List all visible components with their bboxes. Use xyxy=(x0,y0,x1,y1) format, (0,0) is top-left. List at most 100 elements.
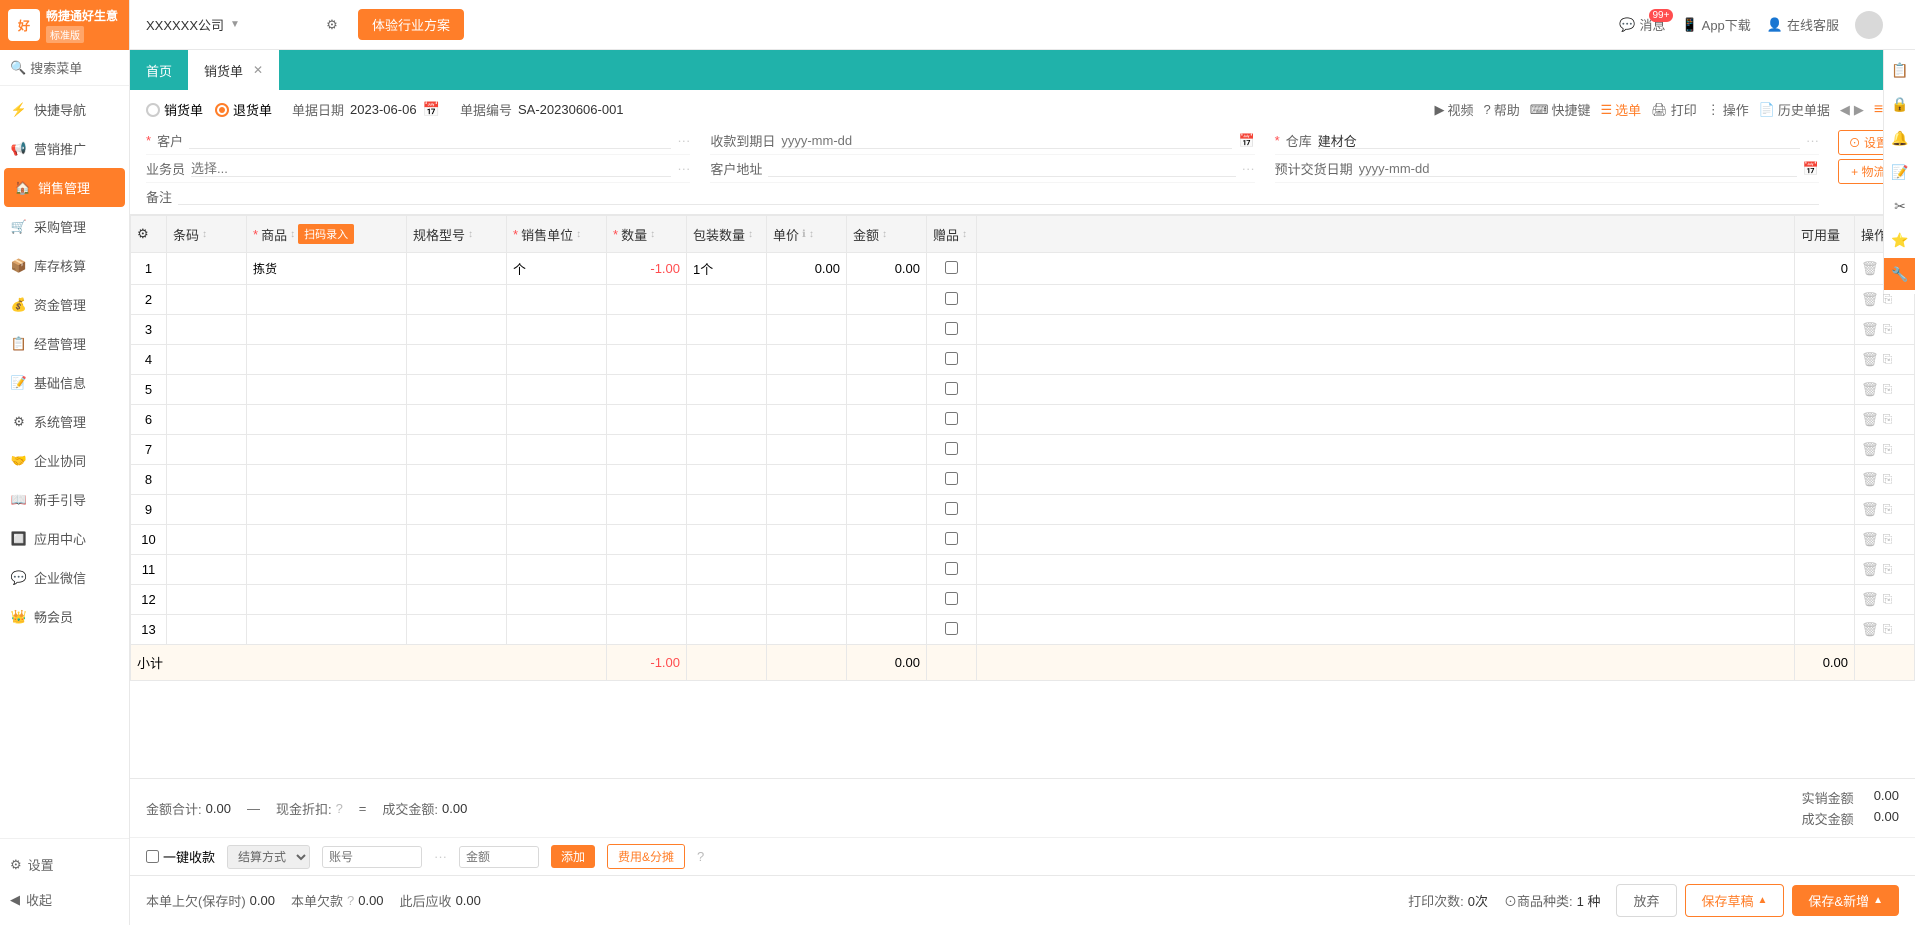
settings-col-icon[interactable]: ⚙ xyxy=(137,226,149,241)
gift-checkbox-6[interactable] xyxy=(945,442,958,455)
right-panel-btn-6[interactable]: ⭐ xyxy=(1884,224,1915,256)
sidebar-item-1[interactable]: 📢营销推广 xyxy=(0,129,129,168)
sidebar-item-4[interactable]: 📦库存核算 xyxy=(0,246,129,285)
search-menu[interactable]: 🔍 搜索菜单 xyxy=(0,50,129,86)
row-spec-2[interactable] xyxy=(407,315,507,345)
row-gift-4[interactable] xyxy=(927,375,977,405)
payment-amount-input[interactable] xyxy=(459,846,539,868)
row-quantity-0[interactable]: -1.00 xyxy=(607,253,687,285)
row-unit-price-6[interactable] xyxy=(767,435,847,465)
customer-more-icon[interactable]: ··· xyxy=(677,133,690,148)
copy-row-icon-4[interactable]: ⎘ xyxy=(1883,382,1893,397)
copy-row-icon-7[interactable]: ⎘ xyxy=(1883,472,1893,487)
help-btn[interactable]: ? 帮助 xyxy=(1483,100,1519,119)
row-gift-11[interactable] xyxy=(927,585,977,615)
row-product-12[interactable] xyxy=(247,615,407,645)
row-unit-price-11[interactable] xyxy=(767,585,847,615)
row-gift-6[interactable] xyxy=(927,435,977,465)
row-barcode-7[interactable] xyxy=(167,465,247,495)
row-barcode-6[interactable] xyxy=(167,435,247,465)
sidebar-item-0[interactable]: ⚡快捷导航 xyxy=(0,90,129,129)
expected-date-input[interactable] xyxy=(1359,161,1797,177)
delete-row-icon-7[interactable]: 🗑 xyxy=(1861,471,1879,488)
video-btn[interactable]: ▶ 视频 xyxy=(1434,100,1473,119)
row-product-11[interactable] xyxy=(247,585,407,615)
gift-checkbox-9[interactable] xyxy=(945,532,958,545)
row-gift-8[interactable] xyxy=(927,495,977,525)
tab-sales-order[interactable]: 销货单 ✕ xyxy=(188,50,279,90)
unit-price-sort-icon[interactable]: ↕ xyxy=(809,229,814,240)
row-unit-price-7[interactable] xyxy=(767,465,847,495)
user-avatar[interactable] xyxy=(1855,11,1883,39)
add-payment-btn[interactable]: 添加 xyxy=(551,845,595,868)
row-spec-0[interactable] xyxy=(407,253,507,285)
row-quantity-10[interactable] xyxy=(607,555,687,585)
one-click-pay-checkbox[interactable]: 一键收款 xyxy=(146,847,215,866)
arrears-help-icon[interactable]: ? xyxy=(347,893,354,908)
delete-row-icon-5[interactable]: 🗑 xyxy=(1861,411,1879,428)
company-selector[interactable]: XXXXXX公司 ▼ xyxy=(146,15,306,34)
row-spec-10[interactable] xyxy=(407,555,507,585)
copy-row-icon-1[interactable]: ⎘ xyxy=(1883,292,1893,307)
sidebar-bottom-item-0[interactable]: ⚙设置 xyxy=(0,847,129,882)
gift-checkbox-1[interactable] xyxy=(945,292,958,305)
row-quantity-8[interactable] xyxy=(607,495,687,525)
row-gift-1[interactable] xyxy=(927,285,977,315)
expected-date-calendar-icon[interactable]: 📅 xyxy=(1803,161,1819,177)
gift-checkbox-12[interactable] xyxy=(945,622,958,635)
delete-row-icon-0[interactable]: 🗑 xyxy=(1861,260,1879,277)
row-spec-8[interactable] xyxy=(407,495,507,525)
row-product-5[interactable] xyxy=(247,405,407,435)
warehouse-input[interactable] xyxy=(1318,133,1800,149)
prev-arrow[interactable]: ◀ xyxy=(1840,102,1850,118)
copy-row-icon-11[interactable]: ⎘ xyxy=(1883,592,1893,607)
copy-row-icon-6[interactable]: ⎘ xyxy=(1883,442,1893,457)
scan-btn[interactable]: 扫码录入 xyxy=(298,224,354,244)
customer-addr-input[interactable] xyxy=(768,161,1235,177)
save-new-btn[interactable]: 保存&新增 ▲ xyxy=(1792,885,1899,916)
message-btn[interactable]: 💬 消息 99+ xyxy=(1619,15,1665,34)
row-product-7[interactable] xyxy=(247,465,407,495)
copy-row-icon-3[interactable]: ⎘ xyxy=(1883,352,1893,367)
sales-unit-sort-icon[interactable]: ↕ xyxy=(576,229,581,240)
return-order-radio[interactable]: 退货单 xyxy=(215,100,272,119)
row-gift-2[interactable] xyxy=(927,315,977,345)
online-service-btn[interactable]: 👤 在线客服 xyxy=(1767,15,1839,34)
row-barcode-4[interactable] xyxy=(167,375,247,405)
bank-account-input[interactable] xyxy=(322,846,422,868)
row-unit-price-0[interactable]: 0.00 xyxy=(767,253,847,285)
gift-checkbox-5[interactable] xyxy=(945,412,958,425)
product-sort-icon[interactable]: ↕ xyxy=(290,229,295,240)
row-gift-9[interactable] xyxy=(927,525,977,555)
delete-row-icon-6[interactable]: 🗑 xyxy=(1861,441,1879,458)
copy-row-icon-8[interactable]: ⎘ xyxy=(1883,502,1893,517)
row-spec-9[interactable] xyxy=(407,525,507,555)
right-panel-btn-5[interactable]: ✂ xyxy=(1884,190,1915,222)
row-unit-price-4[interactable] xyxy=(767,375,847,405)
customer-input[interactable] xyxy=(189,133,671,149)
pack-qty-sort-icon[interactable]: ↕ xyxy=(748,229,753,240)
row-product-6[interactable] xyxy=(247,435,407,465)
delete-row-icon-12[interactable]: 🗑 xyxy=(1861,621,1879,638)
row-unit-price-3[interactable] xyxy=(767,345,847,375)
gift-checkbox-11[interactable] xyxy=(945,592,958,605)
row-quantity-1[interactable] xyxy=(607,285,687,315)
row-unit-price-12[interactable] xyxy=(767,615,847,645)
row-unit-price-5[interactable] xyxy=(767,405,847,435)
row-quantity-11[interactable] xyxy=(607,585,687,615)
row-quantity-5[interactable] xyxy=(607,405,687,435)
row-gift-5[interactable] xyxy=(927,405,977,435)
right-panel-btn-1[interactable]: 📋 xyxy=(1884,54,1915,86)
row-spec-11[interactable] xyxy=(407,585,507,615)
row-spec-4[interactable] xyxy=(407,375,507,405)
sidebar-item-12[interactable]: 💬企业微信 xyxy=(0,558,129,597)
row-spec-7[interactable] xyxy=(407,465,507,495)
row-quantity-12[interactable] xyxy=(607,615,687,645)
row-unit-price-10[interactable] xyxy=(767,555,847,585)
row-spec-5[interactable] xyxy=(407,405,507,435)
row-quantity-3[interactable] xyxy=(607,345,687,375)
row-barcode-12[interactable] xyxy=(167,615,247,645)
right-panel-btn-7[interactable]: 🔧 xyxy=(1884,258,1915,290)
gift-checkbox-2[interactable] xyxy=(945,322,958,335)
sidebar-item-5[interactable]: 💰资金管理 xyxy=(0,285,129,324)
